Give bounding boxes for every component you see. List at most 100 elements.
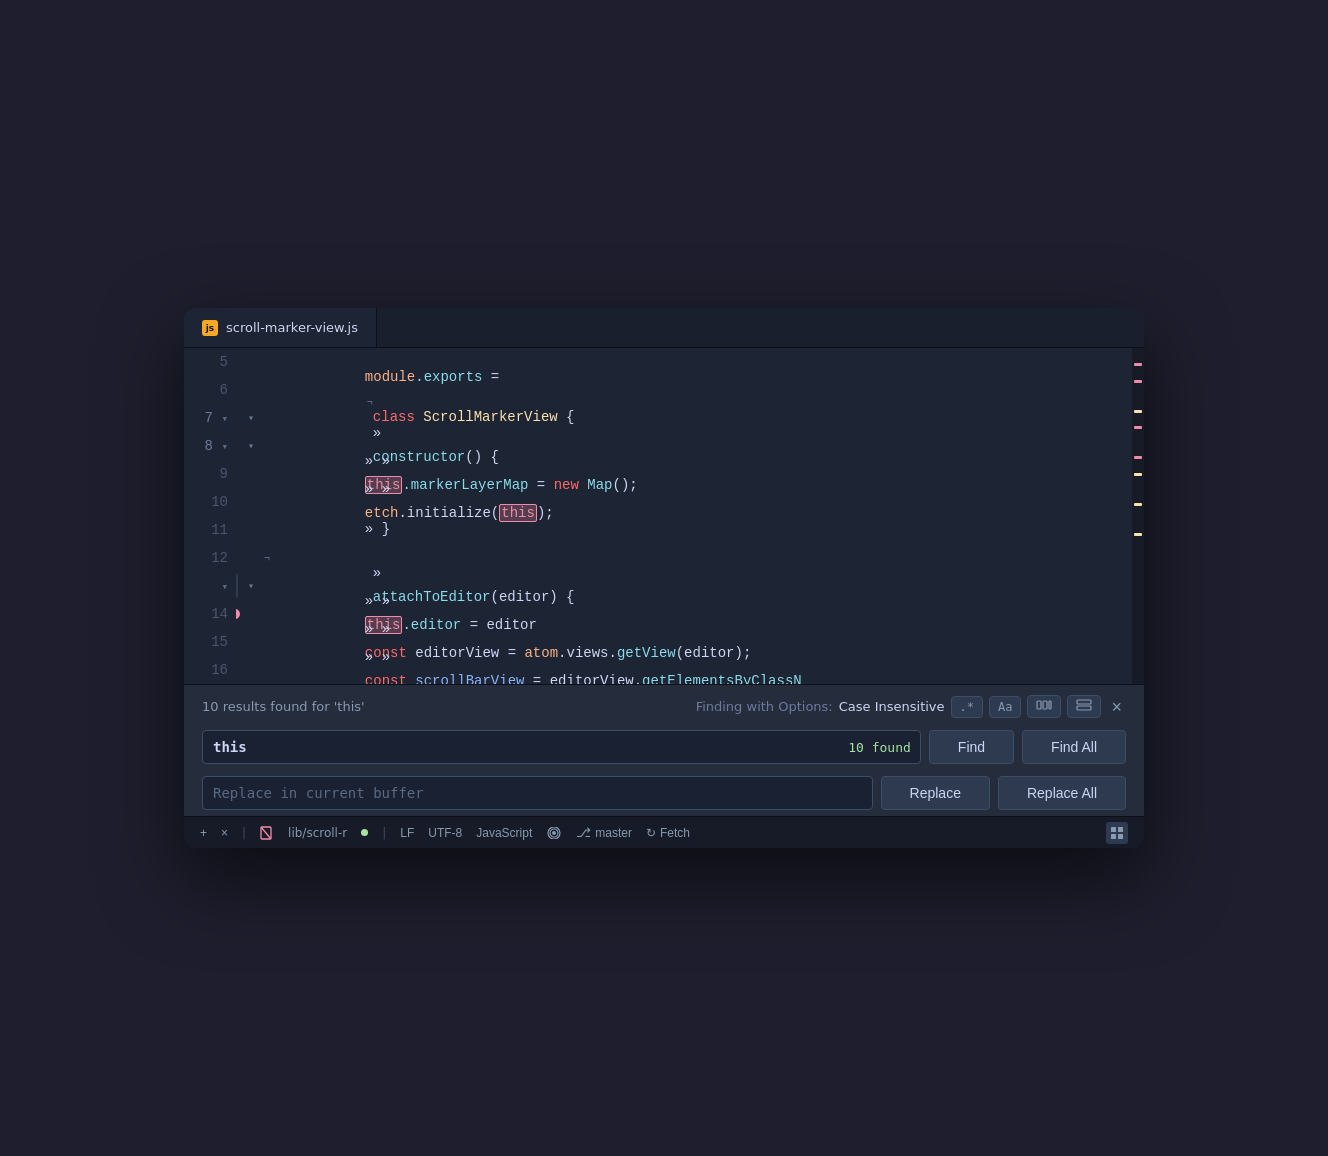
svg-rect-2 [1049, 701, 1051, 709]
multiline-btn[interactable] [1067, 695, 1101, 718]
scroll-marker-8 [1134, 533, 1142, 536]
regex-btn[interactable]: .* [951, 696, 983, 718]
code-token: » » [365, 649, 399, 665]
editor-window: js scroll-marker-view.js 5 6 7 ▾ 8 ▾ 9 1… [184, 308, 1144, 848]
code-token: ¬ [264, 550, 270, 567]
signal-btn[interactable] [546, 827, 562, 839]
options-prefix: Finding with Options: [696, 699, 833, 714]
language-btn[interactable]: JavaScript [476, 826, 532, 840]
code-token: » » const scrollBarView = editorView.get… [264, 622, 802, 684]
replace-all-btn[interactable]: Replace All [998, 776, 1126, 810]
find-btn[interactable]: Find [929, 730, 1014, 764]
line-num-16: 16 [200, 656, 228, 684]
svg-rect-0 [1037, 701, 1041, 709]
branch-btn[interactable]: ⎇ master [576, 825, 632, 840]
fold-arrow-7: ▾ [248, 410, 254, 427]
replace-row: Replace Replace All [184, 770, 1144, 816]
fetch-icon: ↻ [646, 826, 656, 840]
js-file-icon: js [202, 320, 218, 336]
file-icon-btn[interactable] [260, 826, 274, 840]
line-num-14: 14 [200, 600, 228, 628]
scroll-marker-5 [1134, 456, 1142, 459]
grid-btn[interactable] [1106, 822, 1128, 844]
fold-arrow-13: ▾ [248, 578, 254, 595]
add-pane-btn[interactable]: + [200, 826, 207, 840]
expand-btn[interactable]: ▶ [236, 573, 238, 599]
line-num-5: 5 [200, 348, 228, 376]
line-num-11: 11 [200, 516, 228, 544]
find-row: 10 found Find Find All [184, 724, 1144, 770]
code-token: { [558, 409, 575, 425]
find-input[interactable] [202, 730, 921, 764]
svg-rect-10 [1111, 827, 1116, 832]
fetch-btn[interactable]: ↻ Fetch [646, 826, 690, 840]
whole-word-btn[interactable] [1027, 695, 1061, 718]
charset-btn[interactable]: UTF-8 [428, 826, 462, 840]
fold-arrow-8: ▾ [248, 438, 254, 455]
results-summary: 10 results found for 'this' [202, 699, 365, 714]
svg-rect-4 [1077, 706, 1091, 710]
line-gutter: 5 6 7 ▾ 8 ▾ 9 10 11 12 ​ ▾ 14 15 16 [184, 348, 236, 684]
find-panel: 10 results found for 'this' Finding with… [184, 684, 1144, 816]
scroll-marker-4 [1134, 426, 1142, 429]
find-options-bar: Finding with Options: Case Insensitive .… [696, 695, 1126, 718]
case-btn[interactable]: Aa [989, 696, 1021, 718]
replace-input-wrap [202, 776, 873, 810]
svg-rect-11 [1118, 827, 1123, 832]
branch-icon: ⎇ [576, 825, 591, 840]
scroll-marker-2 [1134, 380, 1142, 383]
code-token: » } [365, 521, 390, 537]
line-num-7: 7 ▾ [200, 404, 228, 432]
fold-13[interactable]: ▾ [221, 581, 228, 593]
find-panel-header: 10 results found for 'this' Finding with… [184, 685, 1144, 724]
scroll-marker-3 [1134, 410, 1142, 413]
replace-btn[interactable]: Replace [881, 776, 990, 810]
svg-line-6 [261, 827, 271, 839]
scroll-marker-7 [1134, 503, 1142, 506]
code-token: const [365, 673, 415, 684]
svg-rect-13 [1118, 834, 1123, 839]
file-path: lib/scroll-r [288, 826, 347, 840]
code-token [248, 350, 256, 374]
line-endings-btn[interactable]: LF [400, 826, 414, 840]
find-all-btn[interactable]: Find All [1022, 730, 1126, 764]
fold-8[interactable]: ▾ [221, 441, 228, 453]
line-num-9: 9 [200, 460, 228, 488]
tab-filename: scroll-marker-view.js [226, 320, 358, 335]
line-num-6: 6 [200, 376, 228, 404]
fold-7[interactable]: ▾ [221, 413, 228, 425]
scroll-marker-6 [1134, 473, 1142, 476]
active-tab[interactable]: js scroll-marker-view.js [184, 308, 377, 347]
line-num-8: 8 ▾ [200, 432, 228, 460]
code-area: 5 6 7 ▾ 8 ▾ 9 10 11 12 ​ ▾ 14 15 16 [184, 348, 1144, 684]
line-num-15: 15 [200, 628, 228, 656]
code-content: module.exports = ¬ ▾ class ScrollMarkerV… [236, 348, 1132, 684]
code-token: getElementsByClassN [642, 673, 802, 684]
line-num-12: 12 [200, 544, 228, 572]
breakpoint-dot [236, 609, 240, 619]
status-bar: + × | lib/scroll-r | LF UTF-8 JavaScript… [184, 816, 1144, 848]
status-divider-2: | [382, 826, 386, 840]
tab-bar: js scroll-marker-view.js [184, 308, 1144, 348]
code-token: scrollBarView [415, 673, 524, 684]
scroll-markers [1132, 348, 1144, 684]
find-input-wrap: 10 found [202, 730, 921, 764]
code-token: = editorView. [524, 673, 642, 684]
options-value: Case Insensitive [839, 699, 945, 714]
replace-input[interactable] [202, 776, 873, 810]
line-num-10: 10 [200, 488, 228, 516]
svg-rect-3 [1077, 700, 1091, 704]
fetch-label: Fetch [660, 826, 690, 840]
svg-rect-12 [1111, 834, 1116, 839]
scroll-marker-1 [1134, 363, 1142, 366]
code-lines: 5 6 7 ▾ 8 ▾ 9 10 11 12 ​ ▾ 14 15 16 [184, 348, 1144, 684]
svg-rect-1 [1043, 701, 1047, 709]
status-divider-1: | [242, 826, 246, 840]
close-find-btn[interactable]: × [1107, 698, 1126, 716]
line-num-13: ​ ▾ [200, 572, 228, 600]
code-line-16: » » const scrollBarView = editorView.get… [248, 656, 1132, 684]
close-pane-btn[interactable]: × [221, 826, 228, 840]
svg-point-7 [552, 831, 556, 835]
modified-dot [361, 829, 368, 836]
branch-name: master [595, 826, 632, 840]
